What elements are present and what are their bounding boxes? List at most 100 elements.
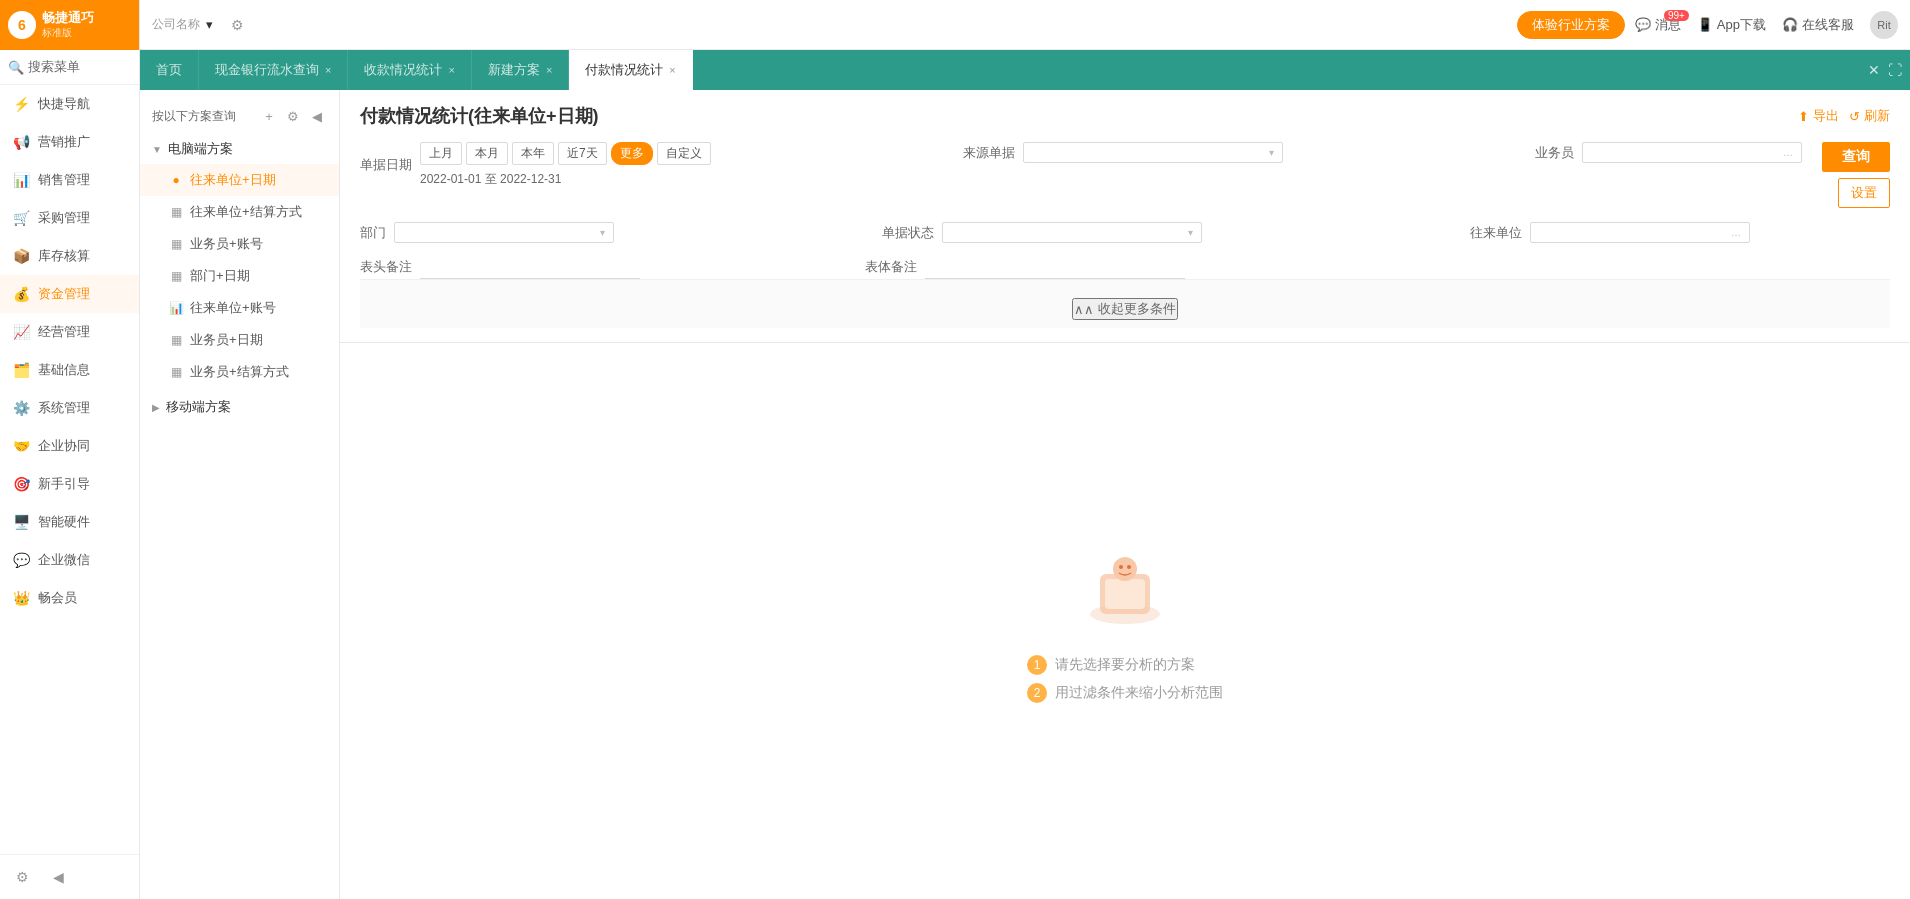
settings-button[interactable]: ⚙ <box>8 863 36 891</box>
close-all-tabs-button[interactable]: ✕ <box>1868 62 1880 78</box>
add-scheme-button[interactable]: + <box>259 106 279 126</box>
refresh-button[interactable]: ↺ 刷新 <box>1849 107 1890 125</box>
basic-icon: 🗂️ <box>12 361 30 379</box>
scheme-item-contact-payment[interactable]: ▦往来单位+结算方式 <box>140 196 339 228</box>
date-btn-更多[interactable]: 更多 <box>611 142 653 165</box>
tab-cashflow[interactable]: 现金银行流水查询 × <box>199 50 348 90</box>
scheme-group-desktop: ▼电脑端方案●往来单位+日期▦往来单位+结算方式▦业务员+账号▦部门+日期📊往来… <box>140 134 339 388</box>
app-download-button[interactable]: 📱 App下载 <box>1697 16 1766 34</box>
date-btn-本年[interactable]: 本年 <box>512 142 554 165</box>
filter-area: 付款情况统计(往来单位+日期) ⬆ 导出 ↺ 刷新 <box>340 90 1910 343</box>
tab-receipt-stats[interactable]: 收款情况统计× <box>348 50 471 90</box>
sidebar-item-purchase[interactable]: 🛒采购管理 <box>0 199 139 237</box>
body-note-input[interactable] <box>925 255 1185 279</box>
scheme-item-sales-account[interactable]: ▦业务员+账号 <box>140 228 339 260</box>
source-select[interactable]: ▾ <box>1023 142 1283 163</box>
scheme-group-title-mobile[interactable]: ▶移动端方案 <box>140 392 339 422</box>
scheme-settings-button[interactable]: ⚙ <box>283 106 303 126</box>
collapse-sidebar-button[interactable]: ◀ <box>44 863 72 891</box>
tab-home[interactable]: 首页 <box>140 50 199 90</box>
scheme-item-contact-account[interactable]: 📊往来单位+账号 <box>140 292 339 324</box>
message-button[interactable]: 💬 消息 99+ <box>1635 16 1681 34</box>
tab-payment-stats[interactable]: 付款情况统计× <box>569 50 692 90</box>
inventory-icon: 📦 <box>12 247 30 265</box>
hardware-icon: 🖥️ <box>12 513 30 531</box>
dept-select[interactable]: ▾ <box>394 222 614 243</box>
sidebar-item-finance[interactable]: 💰资金管理 <box>0 275 139 313</box>
message-icon: 💬 <box>1635 17 1651 32</box>
online-service-button[interactable]: 🎧 在线客服 <box>1782 16 1854 34</box>
sidebar-item-label: 畅会员 <box>38 589 77 607</box>
sidebar-item-wechat[interactable]: 💬企业微信 <box>0 541 139 579</box>
topbar-settings-button[interactable]: ⚙ <box>223 11 251 39</box>
trial-button[interactable]: 体验行业方案 <box>1517 11 1625 39</box>
sidebar-item-label: 新手引导 <box>38 475 90 493</box>
tab-close-icon[interactable]: × <box>669 64 675 76</box>
sidebar-item-label: 销售管理 <box>38 171 90 189</box>
sidebar-search[interactable]: 🔍 搜索菜单 <box>0 50 139 85</box>
company-selector[interactable]: 公司名称 ▾ <box>152 16 213 33</box>
sidebar-item-member[interactable]: 👑畅会员 <box>0 579 139 617</box>
empty-state: 1 请先选择要分析的方案 2 用过滤条件来缩小分析范围 <box>340 343 1910 899</box>
scheme-item-contact-date[interactable]: ●往来单位+日期 <box>140 164 339 196</box>
scheme-item-icon: ▦ <box>168 236 184 252</box>
sidebar-nav: ⚡快捷导航📢营销推广📊销售管理🛒采购管理📦库存核算💰资金管理📈经营管理🗂️基础信… <box>0 85 139 854</box>
scheme-item-icon: ▦ <box>168 204 184 220</box>
date-btn-上月[interactable]: 上月 <box>420 142 462 165</box>
tab-label: 现金银行流水查询 <box>215 61 319 79</box>
sidebar-item-hardware[interactable]: 🖥️ 智能硬件 <box>0 503 139 541</box>
finance-icon: 💰 <box>12 285 30 303</box>
scheme-item-sales-date[interactable]: ▦业务员+日期 <box>140 324 339 356</box>
user-avatar[interactable]: Rit <box>1870 11 1898 39</box>
header-note-input[interactable] <box>420 255 640 279</box>
collapse-filter-button[interactable]: ∧∧ 收起更多条件 <box>1072 298 1178 320</box>
contact-select[interactable]: … <box>1530 222 1750 243</box>
header-note-label: 表头备注 <box>360 258 412 276</box>
header-note-field: 表头备注 <box>360 255 640 279</box>
svg-rect-2 <box>1105 579 1145 609</box>
export-button[interactable]: ⬆ 导出 <box>1798 107 1839 125</box>
salesman-select[interactable]: … <box>1582 142 1802 163</box>
refresh-icon: ↺ <box>1849 109 1860 124</box>
system-icon: ⚙️ <box>12 399 30 417</box>
enterprise-icon: 🤝 <box>12 437 30 455</box>
sidebar-item-marketing[interactable]: 📢营销推广 <box>0 123 139 161</box>
scheme-item-label: 业务员+结算方式 <box>190 363 289 381</box>
sidebar-item-basic[interactable]: 🗂️基础信息 <box>0 351 139 389</box>
column-setting-button[interactable]: 设置 <box>1838 178 1890 208</box>
sidebar-item-sales[interactable]: 📊销售管理 <box>0 161 139 199</box>
date-btn-本月[interactable]: 本月 <box>466 142 508 165</box>
tab-close-icon[interactable]: × <box>325 64 331 76</box>
group-label: 移动端方案 <box>166 398 231 416</box>
page-header-actions: ⬆ 导出 ↺ 刷新 <box>1798 107 1890 125</box>
tab-close-icon[interactable]: × <box>448 64 454 76</box>
dropdown-arrow-icon: ▾ <box>206 17 213 32</box>
scheme-group-title-desktop[interactable]: ▼电脑端方案 <box>140 134 339 164</box>
doc-status-select[interactable]: ▾ <box>942 222 1202 243</box>
tab-new-scheme[interactable]: 新建方案× <box>472 50 569 90</box>
date-btn-自定义[interactable]: 自定义 <box>657 142 711 165</box>
collapse-panel-button[interactable]: ◀ <box>307 106 327 126</box>
topbar-actions: 💬 消息 99+ 📱 App下载 🎧 在线客服 Rit <box>1635 11 1898 39</box>
doc-status-label: 单据状态 <box>882 224 934 242</box>
scheme-item-dept-date[interactable]: ▦部门+日期 <box>140 260 339 292</box>
tip-2-text: 用过滤条件来缩小分析范围 <box>1055 684 1223 702</box>
scheme-item-sales-payment[interactable]: ▦业务员+结算方式 <box>140 356 339 388</box>
filter-actions: 查询 设置 <box>1822 142 1890 208</box>
sidebar-item-inventory[interactable]: 📦库存核算 <box>0 237 139 275</box>
date-btn-近7天[interactable]: 近7天 <box>558 142 607 165</box>
sidebar-item-operation[interactable]: 📈经营管理 <box>0 313 139 351</box>
sidebar-item-quick-nav[interactable]: ⚡快捷导航 <box>0 85 139 123</box>
empty-tips: 1 请先选择要分析的方案 2 用过滤条件来缩小分析范围 <box>1027 655 1223 703</box>
sidebar-header: 6 畅捷通巧 标准版 <box>0 0 139 50</box>
sidebar-item-enterprise[interactable]: 🤝企业协同 <box>0 427 139 465</box>
sidebar-item-guide[interactable]: 🎯新手引导 <box>0 465 139 503</box>
tab-close-icon[interactable]: × <box>546 64 552 76</box>
maximize-button[interactable]: ⛶ <box>1888 62 1902 78</box>
query-button[interactable]: 查询 <box>1822 142 1890 172</box>
sidebar-item-label: 快捷导航 <box>38 95 90 113</box>
sidebar-item-system[interactable]: ⚙️系统管理 <box>0 389 139 427</box>
scheme-panel-header: 按以下方案查询 + ⚙ ◀ <box>140 100 339 134</box>
sidebar-item-label: 智能硬件 <box>38 513 90 531</box>
source-field: 来源单据 ▾ <box>963 142 1283 163</box>
